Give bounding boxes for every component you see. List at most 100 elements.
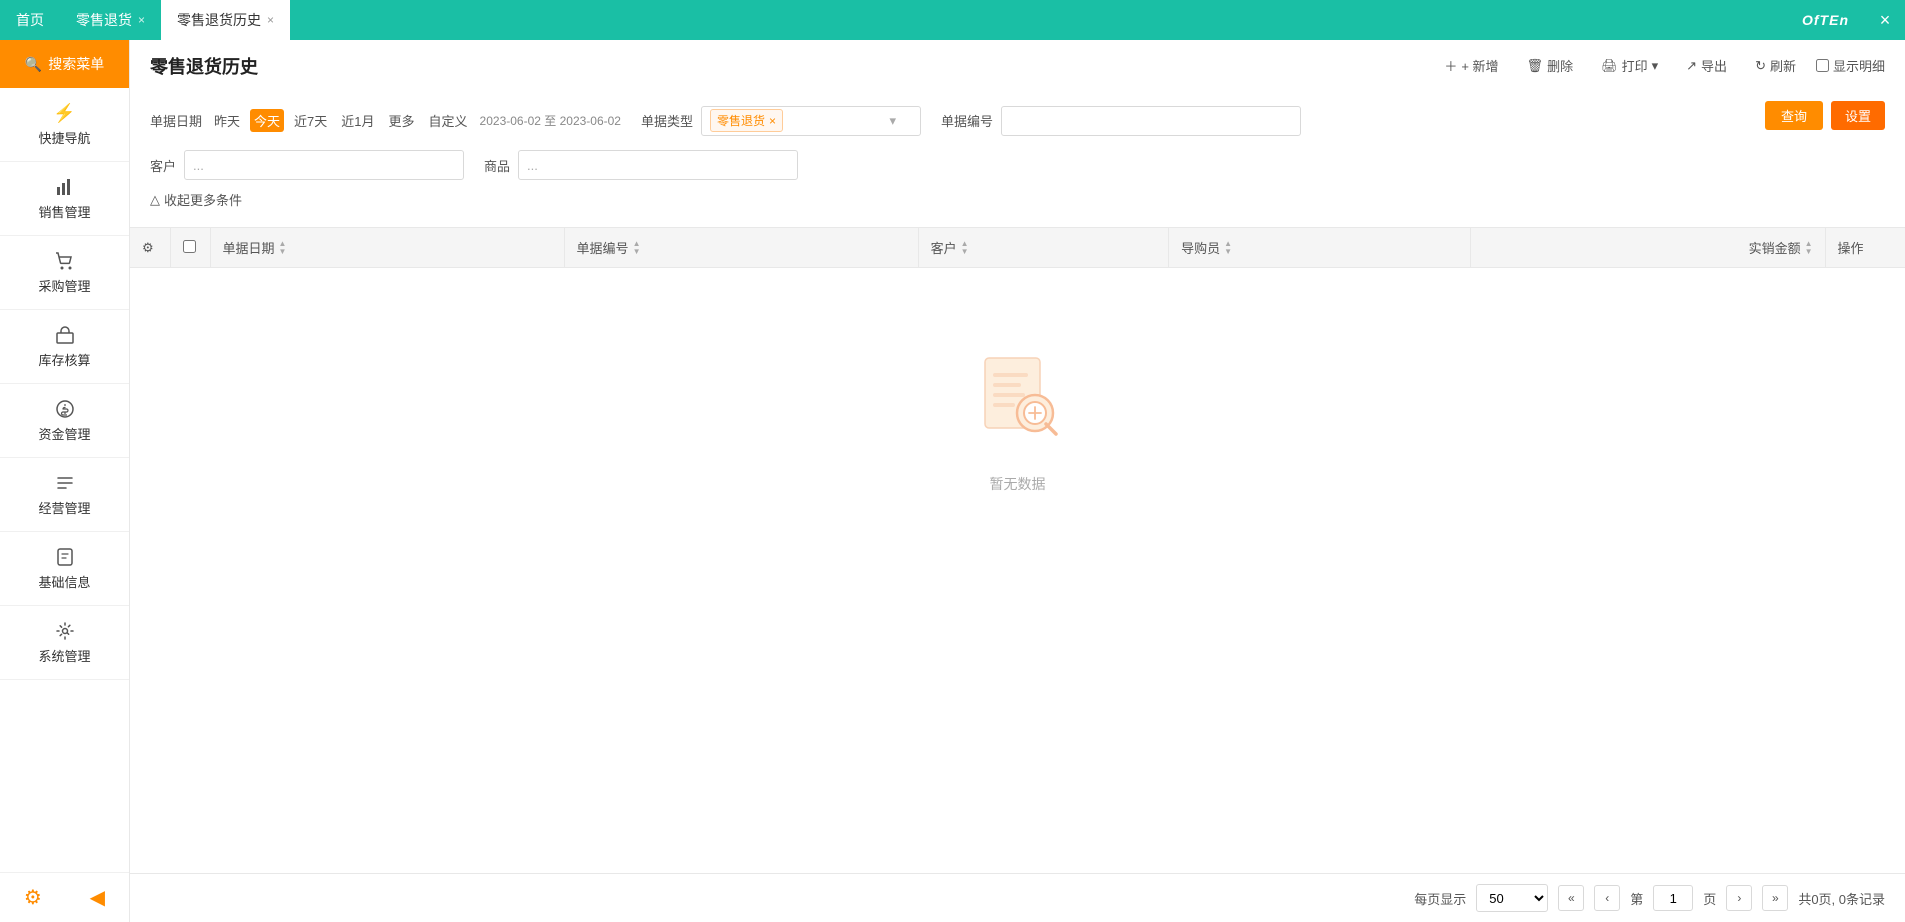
data-table: ⚙ 单据日期 ▲▼ 单据编号 [130,228,1905,574]
date-opt-1month[interactable]: 近1月 [337,109,378,132]
voucher-filter-group: 单据编号 [941,106,1301,136]
sidebar-item-system[interactable]: 系统管理 [0,606,129,680]
tab-retail-return-history-close[interactable]: × [267,13,274,27]
date-opt-7days[interactable]: 近7天 [290,109,331,132]
date-filter-label: 单据日期 [150,111,202,130]
first-page-button[interactable]: « [1558,885,1584,911]
sort-date[interactable]: 单据日期 ▲▼ [223,238,552,257]
goods-filter-group: 商品 ... [484,150,798,180]
show-detail-checkbox-label[interactable]: 显示明细 [1816,56,1885,75]
toolbar: ＋ + 新增 🗑 删除 🖨 打印 ▾ ↗ 导出 [1436,52,1885,79]
sort-arrows-guide: ▲▼ [1224,240,1232,256]
tab-retail-return-history[interactable]: 零售退货历史 × [161,0,290,40]
th-date: 单据日期 ▲▼ [210,228,564,268]
operations-icon [54,472,76,494]
next-page-button[interactable]: › [1726,885,1752,911]
sort-arrows-customer: ▲▼ [961,240,969,256]
sidebar-item-finance[interactable]: 资金管理 [0,384,129,458]
sidebar-item-operations[interactable]: 经营管理 [0,458,129,532]
customer-filter-label: 客户 [150,156,176,175]
inventory-icon [54,324,76,346]
sidebar-item-sales[interactable]: 销售管理 [0,162,129,236]
sidebar-item-inventory[interactable]: 库存核算 [0,310,129,384]
filter-row-1: 单据日期 昨天 今天 近7天 近1月 更多 自定义 2023-06-02 至 2… [150,101,1885,140]
goods-filter-label: 商品 [484,156,510,175]
date-opt-yesterday[interactable]: 昨天 [210,109,244,132]
table-body: 暂无数据 [130,268,1905,575]
collapse-sidebar-icon[interactable]: ◀ [90,885,105,910]
type-filter-select[interactable]: 零售退货 × ▾ [701,106,921,136]
purchase-icon [54,250,76,272]
page-number-input[interactable] [1653,885,1693,911]
date-opt-today[interactable]: 今天 [250,109,284,132]
print-dropdown-icon: ▾ [1652,58,1659,74]
th-number: 单据编号 ▲▼ [564,228,918,268]
pagination-bar: 每页显示 50 20 100 « ‹ 第 页 › » 共0页, 0条记录 [130,873,1905,922]
type-dropdown-icon: ▾ [889,113,896,129]
main-layout: 🔍 搜索菜单 ⚡ 快捷导航 销售管理 采购管理 库存核算 [0,40,1905,922]
query-button[interactable]: 查询 [1765,101,1823,130]
prev-page-button[interactable]: ‹ [1594,885,1620,911]
page-title-row: 零售退货历史 ＋ + 新增 🗑 删除 🖨 打印 ▾ [150,52,1885,79]
column-settings-icon[interactable]: ⚙ [142,240,154,255]
system-icon [54,620,76,642]
export-button[interactable]: ↗ 导出 [1678,52,1735,79]
sidebar-search[interactable]: 🔍 搜索菜单 [0,40,129,88]
refresh-button[interactable]: ↻ 刷新 [1747,52,1804,79]
sort-customer[interactable]: 客户 ▲▼ [931,238,1157,257]
th-amount: 实销金额 ▲▼ [1471,228,1825,268]
date-opt-more[interactable]: 更多 [385,109,419,132]
date-opt-custom[interactable]: 自定义 [425,109,472,132]
th-settings: ⚙ [130,228,170,268]
tab-retail-return-close[interactable]: × [138,13,145,27]
type-filter-label: 单据类型 [641,111,693,130]
date-filter-group: 单据日期 昨天 今天 近7天 近1月 更多 自定义 2023-06-02 至 2… [150,109,621,132]
type-filter-tag: 零售退货 × [710,109,783,132]
delete-button[interactable]: 🗑 删除 [1519,52,1582,79]
th-customer: 客户 ▲▼ [918,228,1169,268]
finance-icon [54,398,76,420]
customer-filter-group: 客户 ... [150,150,464,180]
sort-number[interactable]: 单据编号 ▲▼ [577,238,906,257]
sort-arrows-amount: ▲▼ [1805,240,1813,256]
sort-guide[interactable]: 导购员 ▲▼ [1181,238,1458,257]
sidebar: 🔍 搜索菜单 ⚡ 快捷导航 销售管理 采购管理 库存核算 [0,40,130,922]
sidebar-item-purchase[interactable]: 采购管理 [0,236,129,310]
new-icon: ＋ [1444,56,1457,75]
topbar-tabs: 首页 零售退货 × 零售退货历史 × [0,0,1802,40]
type-tag-close[interactable]: × [769,114,776,128]
select-all-checkbox[interactable] [183,240,196,253]
th-guide: 导购员 ▲▼ [1169,228,1471,268]
empty-state: 暂无数据 [130,268,1905,574]
customer-placeholder: ... [193,158,204,173]
print-button[interactable]: 🖨 打印 ▾ [1593,52,1666,79]
voucher-filter-input[interactable] [1001,106,1301,136]
customer-filter-select[interactable]: ... [184,150,464,180]
goods-filter-select[interactable]: ... [518,150,798,180]
total-records: 共0页, 0条记录 [1798,889,1885,908]
tab-home[interactable]: 首页 [0,0,60,40]
page-unit: 页 [1703,889,1716,908]
page-size-select[interactable]: 50 20 100 [1476,884,1548,912]
show-detail-checkbox[interactable] [1816,59,1829,72]
collapse-filter-button[interactable]: △ 收起更多条件 [150,190,1885,219]
new-button[interactable]: ＋ + 新增 [1436,52,1506,79]
th-action: 操作 [1825,228,1905,268]
empty-text: 暂无数据 [990,474,1046,494]
collapse-icon: △ [150,192,160,208]
window-close-button[interactable]: × [1865,0,1905,40]
page-size-label: 每页显示 [1414,889,1466,908]
export-icon: ↗ [1686,58,1697,74]
settings-button[interactable]: 设置 [1831,101,1885,130]
tab-retail-return[interactable]: 零售退货 × [60,0,161,40]
date-options: 昨天 今天 近7天 近1月 更多 自定义 [210,109,472,132]
voucher-filter-label: 单据编号 [941,111,993,130]
last-page-button[interactable]: » [1762,885,1788,911]
sort-amount[interactable]: 实销金额 ▲▼ [1483,238,1812,257]
sidebar-item-quick-nav[interactable]: ⚡ 快捷导航 [0,88,129,162]
settings-bottom-icon[interactable]: ⚙ [24,885,42,910]
refresh-icon: ↻ [1755,58,1766,74]
sidebar-item-basic-info[interactable]: 基础信息 [0,532,129,606]
sales-icon [54,176,76,198]
type-filter-group: 单据类型 零售退货 × ▾ [641,106,921,136]
